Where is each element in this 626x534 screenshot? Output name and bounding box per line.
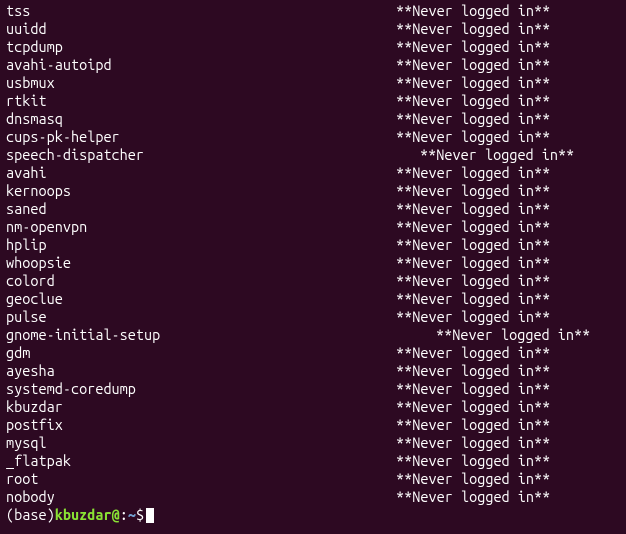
- username-cell: saned: [6, 200, 396, 218]
- login-status-cell: **Never logged in**: [396, 218, 550, 236]
- login-status-cell: **Never logged in**: [396, 398, 550, 416]
- login-status-cell: **Never logged in**: [396, 254, 550, 272]
- login-status-cell: **Never logged in**: [396, 308, 550, 326]
- user-entry-row: uuidd**Never logged in**: [6, 20, 620, 38]
- user-entry-row: root**Never logged in**: [6, 470, 620, 488]
- user-entry-row: tcpdump**Never logged in**: [6, 38, 620, 56]
- username-cell: cups-pk-helper: [6, 128, 396, 146]
- user-entry-row: kbuzdar**Never logged in**: [6, 398, 620, 416]
- user-entry-row: tss**Never logged in**: [6, 2, 620, 20]
- login-status-cell: **Never logged in**: [396, 488, 550, 506]
- login-status-cell: **Never logged in**: [396, 110, 550, 128]
- username-cell: tcpdump: [6, 38, 396, 56]
- prompt-end: $: [136, 506, 144, 524]
- user-entry-row: saned**Never logged in**: [6, 200, 620, 218]
- user-entry-row: hplip**Never logged in**: [6, 236, 620, 254]
- username-cell: nm-openvpn: [6, 218, 396, 236]
- login-status-cell: **Never logged in**: [396, 236, 550, 254]
- user-entry-row: nm-openvpn**Never logged in**: [6, 218, 620, 236]
- terminal-output[interactable]: tss**Never logged in**uuidd**Never logge…: [6, 2, 620, 506]
- username-cell: colord: [6, 272, 396, 290]
- username-cell: geoclue: [6, 290, 396, 308]
- username-cell: speech-dispatcher: [6, 146, 420, 164]
- login-status-cell: **Never logged in**: [396, 470, 550, 488]
- login-status-cell: **Never logged in**: [396, 272, 550, 290]
- prompt-env: (base): [6, 506, 55, 524]
- username-cell: kernoops: [6, 182, 396, 200]
- user-entry-row: whoopsie**Never logged in**: [6, 254, 620, 272]
- login-status-cell: **Never logged in**: [436, 326, 590, 344]
- username-cell: whoopsie: [6, 254, 396, 272]
- user-entry-row: usbmux**Never logged in**: [6, 74, 620, 92]
- username-cell: postfix: [6, 416, 396, 434]
- username-cell: _flatpak: [6, 452, 396, 470]
- user-entry-row: _flatpak**Never logged in**: [6, 452, 620, 470]
- cursor-icon: [146, 508, 154, 523]
- login-status-cell: **Never logged in**: [396, 362, 550, 380]
- login-status-cell: **Never logged in**: [396, 92, 550, 110]
- username-cell: systemd-coredump: [6, 380, 396, 398]
- login-status-cell: **Never logged in**: [396, 344, 550, 362]
- username-cell: hplip: [6, 236, 396, 254]
- user-entry-row: avahi-autoipd**Never logged in**: [6, 56, 620, 74]
- login-status-cell: **Never logged in**: [396, 380, 550, 398]
- user-entry-row: pulse**Never logged in**: [6, 308, 620, 326]
- username-cell: dnsmasq: [6, 110, 396, 128]
- user-entry-row: gdm**Never logged in**: [6, 344, 620, 362]
- username-cell: uuidd: [6, 20, 396, 38]
- user-entry-row: colord**Never logged in**: [6, 272, 620, 290]
- user-entry-row: kernoops**Never logged in**: [6, 182, 620, 200]
- login-status-cell: **Never logged in**: [396, 182, 550, 200]
- username-cell: usbmux: [6, 74, 396, 92]
- prompt-line[interactable]: (base) kbuzdar@ : ~ $: [6, 506, 620, 524]
- login-status-cell: **Never logged in**: [396, 452, 550, 470]
- login-status-cell: **Never logged in**: [396, 128, 550, 146]
- login-status-cell: **Never logged in**: [396, 200, 550, 218]
- username-cell: ayesha: [6, 362, 396, 380]
- user-entry-row: systemd-coredump**Never logged in**: [6, 380, 620, 398]
- username-cell: mysql: [6, 434, 396, 452]
- username-cell: avahi: [6, 164, 396, 182]
- login-status-cell: **Never logged in**: [396, 38, 550, 56]
- username-cell: nobody: [6, 488, 396, 506]
- username-cell: avahi-autoipd: [6, 56, 396, 74]
- username-cell: gdm: [6, 344, 396, 362]
- login-status-cell: **Never logged in**: [396, 56, 550, 74]
- login-status-cell: **Never logged in**: [396, 74, 550, 92]
- user-entry-row: rtkit**Never logged in**: [6, 92, 620, 110]
- prompt-user: kbuzdar@: [55, 506, 120, 524]
- user-entry-row: avahi**Never logged in**: [6, 164, 620, 182]
- login-status-cell: **Never logged in**: [396, 290, 550, 308]
- user-entry-row: mysql**Never logged in**: [6, 434, 620, 452]
- user-entry-row: geoclue**Never logged in**: [6, 290, 620, 308]
- login-status-cell: **Never logged in**: [396, 2, 550, 20]
- username-cell: tss: [6, 2, 396, 20]
- username-cell: pulse: [6, 308, 396, 326]
- user-entry-row: gnome-initial-setup**Never logged in**: [6, 326, 620, 344]
- login-status-cell: **Never logged in**: [396, 434, 550, 452]
- user-entry-row: postfix**Never logged in**: [6, 416, 620, 434]
- prompt-path-sep: :: [120, 506, 128, 524]
- login-status-cell: **Never logged in**: [396, 20, 550, 38]
- username-cell: root: [6, 470, 396, 488]
- user-entry-row: cups-pk-helper**Never logged in**: [6, 128, 620, 146]
- login-status-cell: **Never logged in**: [396, 416, 550, 434]
- user-entry-row: ayesha**Never logged in**: [6, 362, 620, 380]
- username-cell: kbuzdar: [6, 398, 396, 416]
- username-cell: rtkit: [6, 92, 396, 110]
- user-entry-row: nobody**Never logged in**: [6, 488, 620, 506]
- username-cell: gnome-initial-setup: [6, 326, 436, 344]
- prompt-path: ~: [128, 506, 136, 524]
- user-entry-row: speech-dispatcher**Never logged in**: [6, 146, 620, 164]
- login-status-cell: **Never logged in**: [420, 146, 574, 164]
- login-status-cell: **Never logged in**: [396, 164, 550, 182]
- user-entry-row: dnsmasq**Never logged in**: [6, 110, 620, 128]
